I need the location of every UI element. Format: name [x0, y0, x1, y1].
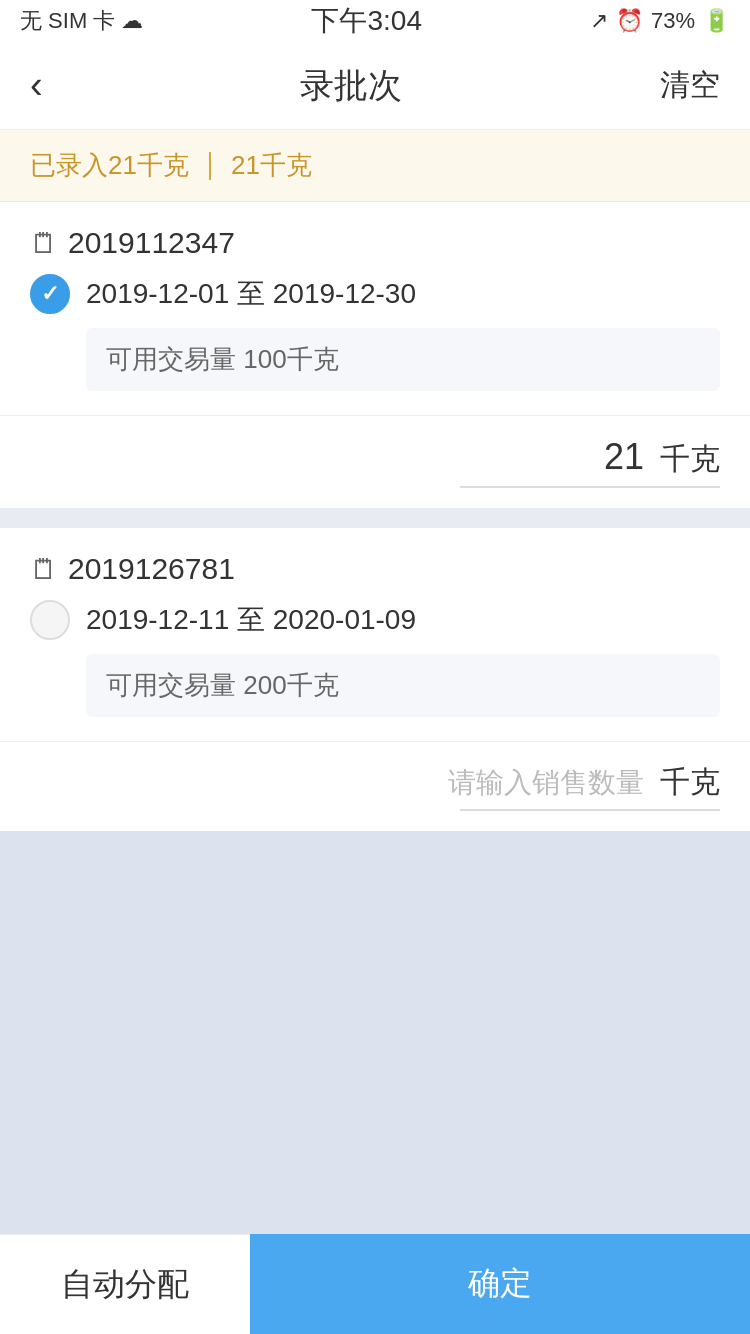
total-amount: 21千克: [231, 148, 312, 183]
battery-icon: 🔋: [703, 8, 730, 34]
battery-level: 73%: [651, 8, 695, 34]
batch-1-input-line: [460, 486, 720, 488]
info-divider: [209, 152, 211, 180]
bottom-bar: 自动分配 确定: [0, 1234, 750, 1334]
empty-area: [0, 831, 750, 1271]
batch-2-date-row: 2019-12-11 至 2020-01-09: [30, 600, 720, 640]
status-right: ↗ ⏰ 73% 🔋: [590, 8, 730, 34]
batch-2-id: 2019126781: [68, 552, 235, 586]
batch-2-radio[interactable]: [30, 600, 70, 640]
batch-1-amount-unit: 千克: [660, 439, 720, 480]
location-icon: ↗: [590, 8, 608, 34]
status-time: 下午3:04: [311, 2, 422, 40]
alarm-icon: ⏰: [616, 8, 643, 34]
batch-1-date-row: 2019-12-01 至 2019-12-30: [30, 274, 720, 314]
recorded-amount: 已录入21千克: [30, 148, 189, 183]
auto-distribute-button[interactable]: 自动分配: [0, 1234, 250, 1334]
batch-2-date: 2019-12-11 至 2020-01-09: [86, 601, 416, 639]
batch-1-icon: 🗒: [30, 227, 58, 260]
page-title: 录批次: [300, 63, 402, 109]
batch-1-date: 2019-12-01 至 2019-12-30: [86, 275, 416, 313]
batch-2-input-row[interactable]: 请输入销售数量 千克: [0, 741, 750, 831]
batch-1-header: 🗒 2019112347: [30, 226, 720, 260]
batch-1-amount-block: 21 千克: [460, 436, 720, 488]
batch-2-input-placeholder: 请输入销售数量: [448, 764, 644, 802]
batch-card-1: 🗒 2019112347 2019-12-01 至 2019-12-30 可用交…: [0, 202, 750, 508]
sim-status: 无 SIM 卡 ☁: [20, 6, 143, 36]
info-banner: 已录入21千克 21千克: [0, 130, 750, 202]
batch-1-amount-row: 21 千克: [0, 415, 750, 508]
status-left: 无 SIM 卡 ☁: [20, 6, 143, 36]
batch-1-available: 可用交易量 100千克: [86, 328, 720, 391]
batch-card-2: 🗒 2019126781 2019-12-11 至 2020-01-09 可用交…: [0, 528, 750, 831]
batch-2-input-line: [460, 809, 720, 811]
batch-1-id: 2019112347: [68, 226, 235, 260]
batch-2-header: 🗒 2019126781: [30, 552, 720, 586]
back-button[interactable]: ‹: [30, 64, 43, 107]
section-separator: [0, 508, 750, 528]
nav-bar: ‹ 录批次 清空: [0, 42, 750, 130]
status-bar: 无 SIM 卡 ☁ 下午3:04 ↗ ⏰ 73% 🔋: [0, 0, 750, 42]
batch-1-radio[interactable]: [30, 274, 70, 314]
clear-button[interactable]: 清空: [660, 65, 720, 106]
confirm-button[interactable]: 确定: [250, 1234, 750, 1334]
batch-2-available: 可用交易量 200千克: [86, 654, 720, 717]
batch-2-input-unit: 千克: [660, 762, 720, 803]
batch-1-amount-value: 21: [604, 436, 644, 478]
batch-2-input-block: 请输入销售数量 千克: [448, 762, 720, 811]
batch-2-icon: 🗒: [30, 553, 58, 586]
